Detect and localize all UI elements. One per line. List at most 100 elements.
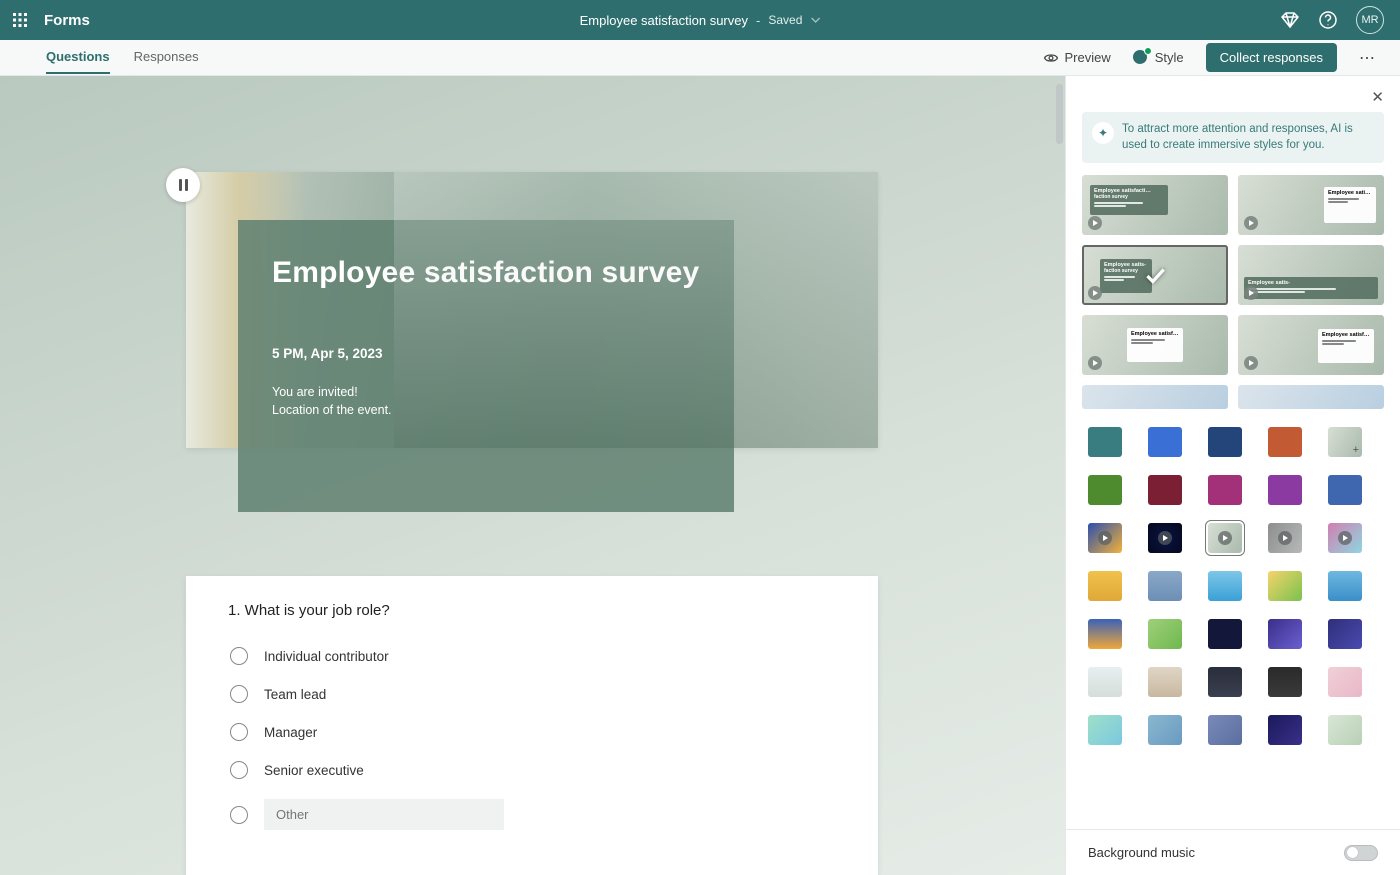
pause-icon[interactable] [166, 168, 200, 202]
collect-responses-button[interactable]: Collect responses [1206, 43, 1337, 72]
theme-swatch[interactable] [1088, 427, 1122, 457]
theme-swatch[interactable] [1328, 667, 1362, 697]
option-row[interactable]: Individual contributor [228, 637, 836, 675]
radio-icon[interactable] [230, 806, 248, 824]
style-panel: ✕ ✦ To attract more attention and respon… [1065, 76, 1400, 875]
play-icon [1244, 286, 1258, 300]
theme-swatch[interactable] [1268, 523, 1302, 553]
option-row[interactable]: Senior executive [228, 751, 836, 789]
theme-swatch[interactable] [1268, 715, 1302, 745]
user-avatar[interactable]: MR [1356, 6, 1384, 34]
play-icon [1158, 531, 1172, 545]
tab-questions[interactable]: Questions [46, 41, 110, 74]
theme-swatch[interactable] [1268, 475, 1302, 505]
play-icon [1088, 216, 1102, 230]
theme-swatch[interactable] [1148, 715, 1182, 745]
theme-swatch[interactable] [1088, 715, 1122, 745]
style-button[interactable]: Style [1133, 50, 1184, 66]
theme-swatch[interactable] [1328, 715, 1362, 745]
background-music-toggle[interactable] [1344, 845, 1378, 861]
theme-swatch[interactable] [1148, 427, 1182, 457]
play-icon [1098, 531, 1112, 545]
background-music-row: Background music [1066, 829, 1400, 875]
eye-icon [1043, 50, 1059, 66]
theme-swatch[interactable] [1268, 427, 1302, 457]
app-name: Forms [44, 12, 90, 29]
option-label: Manager [264, 725, 317, 740]
theme-swatch[interactable] [1208, 475, 1242, 505]
checkmark-icon [1082, 245, 1228, 305]
document-title-group[interactable]: Employee satisfaction survey - Saved [580, 13, 821, 28]
preview-label: Preview [1065, 50, 1111, 65]
more-icon[interactable]: ⋯ [1359, 48, 1376, 68]
theme-swatch[interactable] [1208, 427, 1242, 457]
theme-swatch[interactable] [1088, 475, 1122, 505]
theme-swatch[interactable] [1148, 523, 1182, 553]
theme-card[interactable]: Employee satis- [1238, 245, 1384, 305]
theme-swatch[interactable] [1088, 523, 1122, 553]
close-icon[interactable]: ✕ [1371, 88, 1384, 106]
questions-card[interactable]: 1. What is your job role? Individual con… [186, 576, 878, 875]
option-row[interactable]: Team lead [228, 675, 836, 713]
radio-icon[interactable] [230, 647, 248, 665]
theme-swatch[interactable] [1328, 523, 1362, 553]
theme-swatch[interactable] [1148, 667, 1182, 697]
theme-swatch[interactable] [1328, 619, 1362, 649]
radio-icon[interactable] [230, 685, 248, 703]
form-subtitle-date[interactable]: 5 PM, Apr 5, 2023 [272, 346, 700, 361]
option-label: Senior executive [264, 763, 364, 778]
theme-card[interactable]: Employee satis-faction survey [1082, 245, 1228, 305]
document-title: Employee satisfaction survey [580, 13, 748, 28]
theme-swatch[interactable] [1268, 667, 1302, 697]
theme-swatch[interactable] [1148, 619, 1182, 649]
theme-swatch[interactable] [1088, 667, 1122, 697]
ai-theme-grid: Employee satisfaction ...faction surveyE… [1066, 175, 1400, 385]
option-row[interactable]: Manager [228, 713, 836, 751]
form-header-card[interactable]: Employee satisfaction survey 5 PM, Apr 5… [186, 172, 878, 448]
sparkle-icon: ✦ [1092, 122, 1114, 144]
theme-card[interactable]: Employee satisfaction survey [1082, 315, 1228, 375]
theme-card[interactable]: Employee satisfaction ...faction survey [1082, 175, 1228, 235]
app-launcher-icon[interactable] [0, 0, 40, 40]
ai-theme-row-partial [1066, 385, 1400, 417]
option-label: Team lead [264, 687, 326, 702]
theme-swatch[interactable] [1328, 571, 1362, 601]
background-music-label: Background music [1088, 845, 1195, 860]
theme-swatch[interactable] [1208, 667, 1242, 697]
play-icon [1244, 216, 1258, 230]
help-icon[interactable] [1318, 10, 1338, 30]
theme-swatch[interactable] [1208, 571, 1242, 601]
theme-card[interactable] [1082, 385, 1228, 409]
play-icon [1244, 356, 1258, 370]
theme-swatch[interactable] [1148, 571, 1182, 601]
theme-swatch[interactable] [1268, 619, 1302, 649]
scrollbar[interactable] [1056, 84, 1063, 144]
theme-swatch[interactable] [1208, 523, 1242, 553]
theme-swatch[interactable] [1088, 619, 1122, 649]
theme-swatch[interactable] [1088, 571, 1122, 601]
theme-swatch[interactable] [1208, 619, 1242, 649]
custom-theme-swatch[interactable] [1328, 427, 1362, 457]
tab-responses[interactable]: Responses [134, 41, 199, 74]
theme-swatch[interactable] [1208, 715, 1242, 745]
radio-icon[interactable] [230, 761, 248, 779]
theme-card[interactable]: Employee satisfaction survey [1238, 175, 1384, 235]
theme-card[interactable]: Employee satisfaction survey [1238, 315, 1384, 375]
form-description[interactable]: You are invited! Location of the event. [272, 383, 700, 419]
title-bar: Forms Employee satisfaction survey - Sav… [0, 0, 1400, 40]
theme-swatch[interactable] [1268, 571, 1302, 601]
ai-styles-banner: ✦ To attract more attention and response… [1082, 112, 1384, 163]
option-other-row[interactable] [228, 789, 836, 840]
theme-swatch[interactable] [1148, 475, 1182, 505]
other-input[interactable] [264, 799, 504, 830]
form-title[interactable]: Employee satisfaction survey [272, 256, 700, 290]
radio-icon[interactable] [230, 723, 248, 741]
theme-card[interactable] [1238, 385, 1384, 409]
form-canvas: Employee satisfaction survey 5 PM, Apr 5… [0, 76, 1065, 875]
preview-button[interactable]: Preview [1043, 50, 1111, 66]
question-1: 1. What is your job role? Individual con… [228, 602, 836, 840]
question-1-title[interactable]: 1. What is your job role? [228, 602, 836, 619]
theme-swatch[interactable] [1328, 475, 1362, 505]
play-icon [1338, 531, 1352, 545]
premium-icon[interactable] [1280, 10, 1300, 30]
